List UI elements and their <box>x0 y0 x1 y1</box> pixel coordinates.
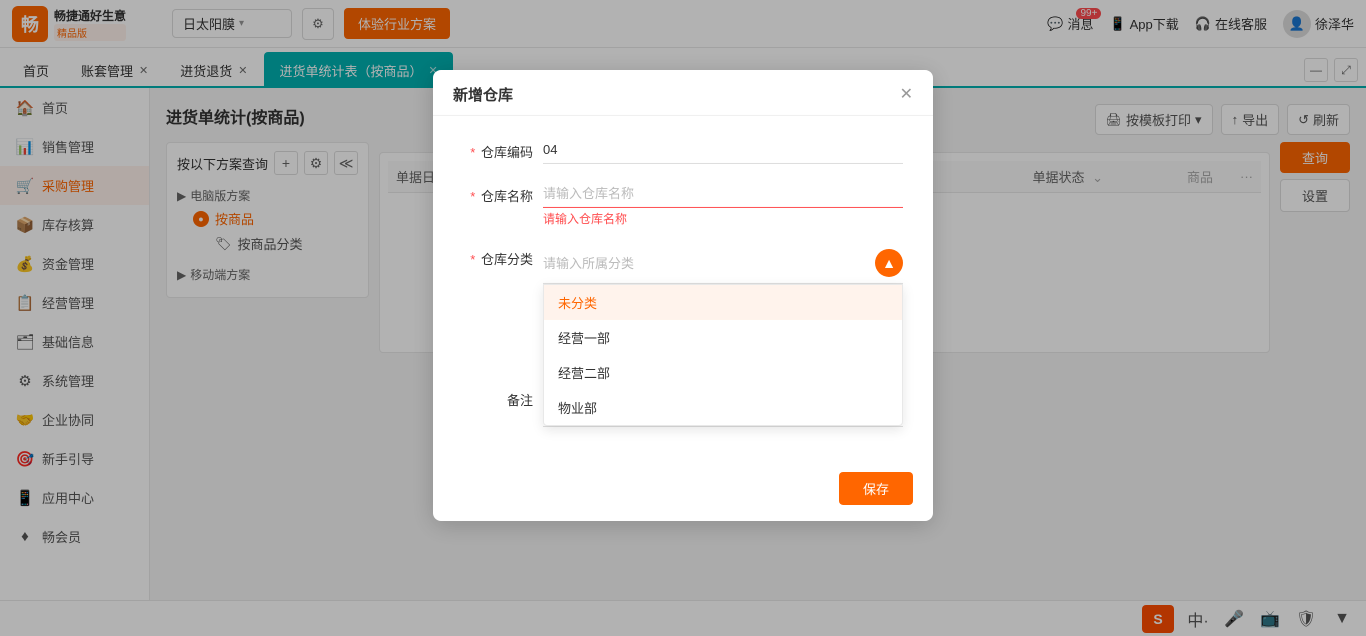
form-row-code: * 仓库编码 <box>463 136 903 164</box>
category-dropdown: 未分类 经营一部 经营二部 物业部 <box>543 284 903 426</box>
dropdown-item-dept3[interactable]: 物业部 <box>544 390 902 425</box>
dialog-footer: 保存 <box>433 462 933 521</box>
name-input[interactable] <box>543 180 903 208</box>
form-row-category: * 仓库分类 ▲ 未分类 经营一部 经营二部 物业部 <box>463 243 903 284</box>
dialog-close-button[interactable]: ✕ <box>900 86 913 102</box>
required-star-code: * <box>470 145 475 160</box>
name-label: * 仓库名称 <box>463 180 533 205</box>
dropdown-item-dept1[interactable]: 经营一部 <box>544 320 902 355</box>
code-label-text: 仓库编码 <box>481 145 533 160</box>
dialog-body: * 仓库编码 * 仓库名称 请输入仓库名称 * 仓库分类 <box>433 116 933 462</box>
add-warehouse-dialog: 新增仓库 ✕ * 仓库编码 * 仓库名称 请输入仓库名称 <box>433 70 933 521</box>
dropdown-item-dept2[interactable]: 经营二部 <box>544 355 902 390</box>
dropdown-item-unclassified[interactable]: 未分类 <box>544 285 902 320</box>
dialog-header: 新增仓库 ✕ <box>433 70 933 116</box>
code-input[interactable] <box>543 136 903 164</box>
required-star-category: * <box>470 252 475 267</box>
dialog-title: 新增仓库 <box>453 84 513 105</box>
code-input-wrap <box>543 136 903 164</box>
category-label: * 仓库分类 <box>463 243 533 268</box>
name-label-text: 仓库名称 <box>481 189 533 204</box>
name-input-wrap: 请输入仓库名称 <box>543 180 903 227</box>
notes-label-text: 备注 <box>507 393 533 408</box>
category-input[interactable] <box>543 255 875 270</box>
category-combo: ▲ <box>543 243 903 284</box>
save-button[interactable]: 保存 <box>839 472 913 505</box>
form-row-name: * 仓库名称 请输入仓库名称 <box>463 180 903 227</box>
category-input-wrap: ▲ 未分类 经营一部 经营二部 物业部 <box>543 243 903 284</box>
notes-label: 备注 <box>463 384 533 409</box>
required-star-name: * <box>470 189 475 204</box>
name-error-message: 请输入仓库名称 <box>543 210 903 227</box>
category-label-text: 仓库分类 <box>481 252 533 267</box>
category-toggle-button[interactable]: ▲ <box>875 249 903 277</box>
code-label: * 仓库编码 <box>463 136 533 161</box>
